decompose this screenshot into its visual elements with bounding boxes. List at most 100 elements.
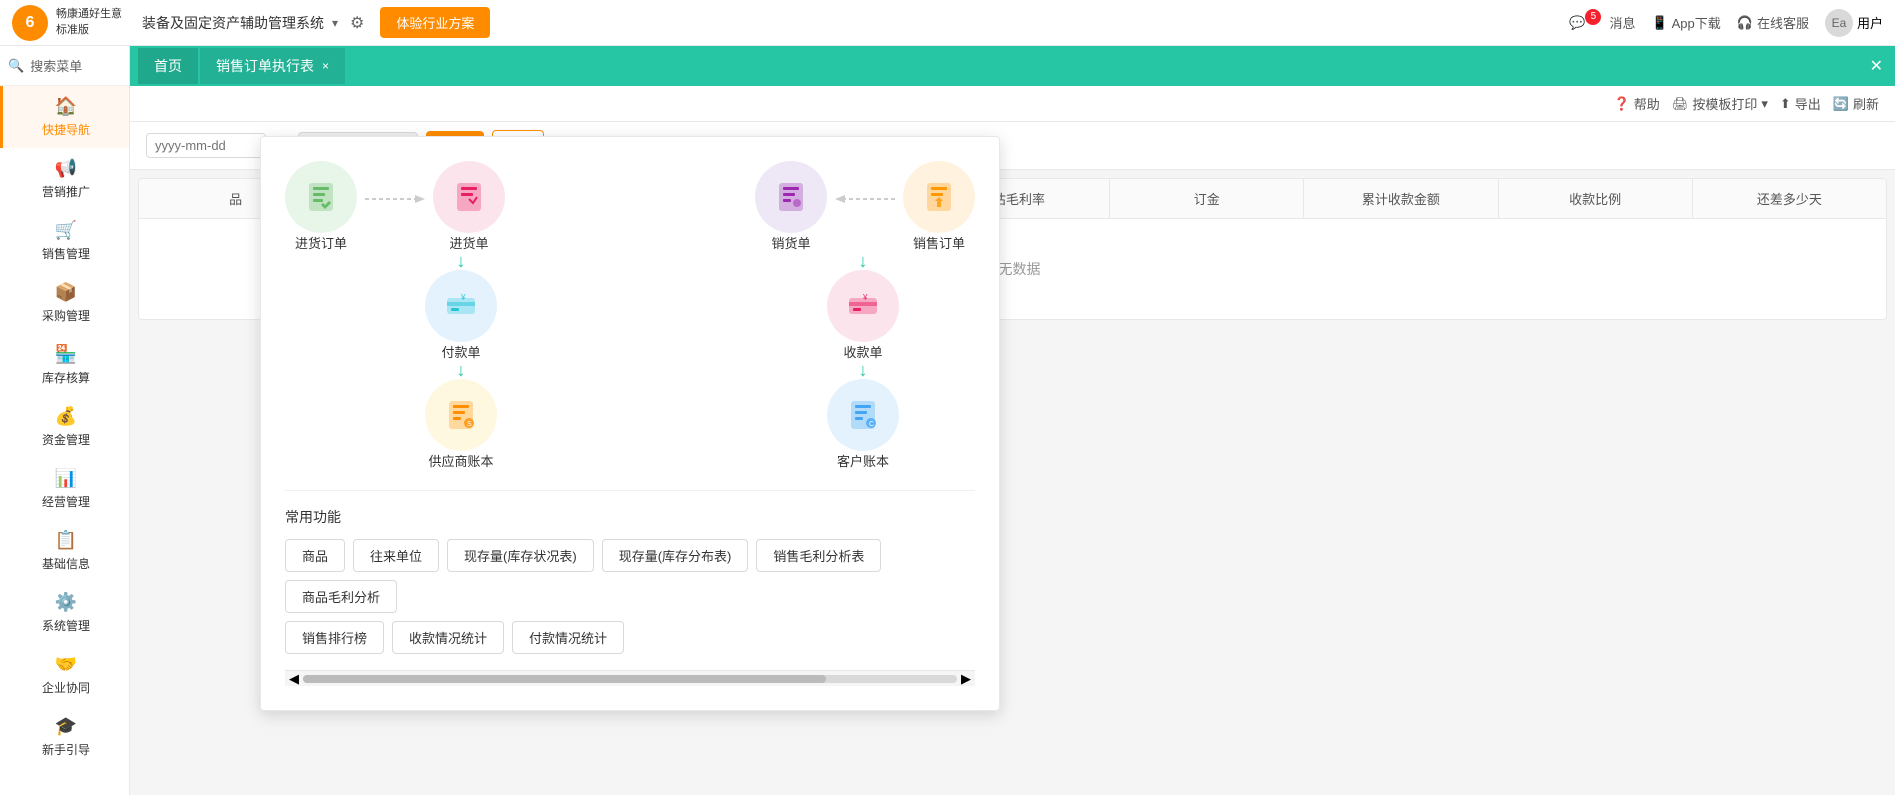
col-days-left: 还差多少天 [1693, 179, 1886, 218]
func-btn-stock-dist[interactable]: 现存量(库存分布表) [602, 539, 749, 572]
scroll-right-arrow[interactable]: ▶ [961, 671, 971, 687]
func-btn-sales-profit[interactable]: 销售毛利分析表 [756, 539, 881, 572]
receipt-icon: ¥ [845, 288, 881, 324]
sidebar-item-quick-nav[interactable]: 🏠 快捷导航 [0, 86, 129, 148]
marketing-icon: 📢 [55, 158, 77, 179]
func-btn-goods-profit[interactable]: 商品毛利分析 [285, 580, 397, 613]
window-close-btn[interactable]: ✕ [1870, 56, 1883, 76]
func-btn-goods[interactable]: 商品 [285, 539, 345, 572]
operation-icon: 📊 [55, 468, 77, 489]
refresh-icon: 🔄 [1833, 96, 1849, 112]
sidebar-search[interactable]: 🔍 搜索菜单 [0, 46, 129, 86]
tab-bar: 首页 销售订单执行表 × ✕ [130, 46, 1895, 86]
enterprise-icon: 🤝 [55, 654, 77, 675]
phone-icon: 📱 [1651, 15, 1667, 31]
func-btn-sales-rank[interactable]: 销售排行榜 [285, 621, 384, 654]
scroll-left-arrow[interactable]: ◀ [289, 671, 299, 687]
print-dropdown-icon: ▾ [1761, 96, 1768, 112]
message-btn[interactable]: 💬 5 消息 [1569, 13, 1635, 32]
sidebar-item-system[interactable]: ⚙️ 系统管理 [0, 582, 129, 644]
message-label: 消息 [1609, 13, 1635, 32]
sidebar-label-sales: 销售管理 [42, 245, 90, 262]
app-download-btn[interactable]: 📱 App下载 [1651, 13, 1720, 32]
func-btn-receipt-stat[interactable]: 收款情况统计 [392, 621, 504, 654]
tab-sales-order[interactable]: 销售订单执行表 × [200, 48, 345, 84]
sidebar-label-basic: 基础信息 [42, 555, 90, 572]
export-icon: ⬆ [1780, 96, 1791, 112]
down-arrow-customer-icon: ↓ [859, 361, 868, 379]
sidebar-item-operation[interactable]: 📊 经营管理 [0, 458, 129, 520]
sidebar-item-inventory[interactable]: 🏪 库存核算 [0, 334, 129, 396]
sale-order-label: 销售订单 [913, 233, 965, 252]
sidebar-label-operation: 经营管理 [42, 493, 90, 510]
purchase-bill-circle [433, 161, 505, 233]
message-icon: 💬 [1569, 15, 1585, 31]
logo-text: 畅康通好生意 标准版 [56, 7, 122, 38]
system-title-area: 装备及固定资产辅助管理系统 ▾ ⚙ 体验行业方案 [142, 7, 1569, 38]
sale-order-circle [903, 161, 975, 233]
payment-circle: ¥ [425, 270, 497, 342]
export-btn[interactable]: ⬆ 导出 [1780, 94, 1821, 113]
svg-text:¥: ¥ [862, 293, 868, 302]
func-btn-payment-stat[interactable]: 付款情况统计 [512, 621, 624, 654]
tab-close-btn[interactable]: × [322, 59, 329, 73]
sale-order-icon [921, 179, 957, 215]
purchase-icon: 📦 [55, 282, 77, 303]
logo-area: 6 畅康通好生意 标准版 [12, 5, 142, 41]
down-arrow-purchase-icon: ↓ [457, 252, 466, 270]
date-start-input[interactable] [146, 133, 266, 158]
sidebar-label-inventory: 库存核算 [42, 369, 90, 386]
flow-purchase-order[interactable]: 进货订单 [285, 161, 357, 252]
col-receipt-ratio: 收款比例 [1499, 179, 1693, 218]
flow-purchase-bill[interactable]: 进货单 [433, 161, 505, 252]
user-name: 用户 [1857, 13, 1883, 32]
sales-icon: 🛒 [55, 220, 77, 241]
settings-btn[interactable]: ⚙ [350, 13, 364, 33]
flow-sale-order[interactable]: 销售订单 [903, 161, 975, 252]
user-area[interactable]: Ea 用户 [1825, 9, 1883, 37]
print-btn[interactable]: 🖨 按模板打印 ▾ [1672, 94, 1768, 113]
system-dropdown-btn[interactable]: ▾ [332, 16, 338, 30]
sidebar-item-enterprise[interactable]: 🤝 企业协同 [0, 644, 129, 706]
func-btn-stock-status[interactable]: 现存量(库存状况表) [447, 539, 594, 572]
sidebar-item-finance[interactable]: 💰 资金管理 [0, 396, 129, 458]
arrow-left-1 [831, 191, 899, 207]
sidebar-item-marketing[interactable]: 📢 营销推广 [0, 148, 129, 210]
refresh-btn[interactable]: 🔄 刷新 [1833, 94, 1879, 113]
scroll-track[interactable] [303, 675, 957, 683]
down-arrow-sale-icon: ↓ [859, 252, 868, 270]
help-btn[interactable]: ❓ 帮助 [1614, 94, 1660, 113]
inner-content: ❓ 帮助 🖨 按模板打印 ▾ ⬆ 导出 🔄 刷新 [130, 86, 1895, 795]
toolbar: ❓ 帮助 🖨 按模板打印 ▾ ⬆ 导出 🔄 刷新 [130, 86, 1895, 122]
system-icon: ⚙️ [55, 592, 77, 613]
func-btn-partner[interactable]: 往来单位 [353, 539, 439, 572]
customer-ledger-label: 客户账本 [837, 451, 889, 470]
online-service-btn[interactable]: 🎧 在线客服 [1737, 13, 1809, 32]
arrow-right-1 [361, 191, 429, 207]
customer-ledger-icon: C [845, 397, 881, 433]
sidebar-item-purchase[interactable]: 📦 采购管理 [0, 272, 129, 334]
payment-icon: ¥ [443, 288, 479, 324]
flow-sale-bill[interactable]: 销货单 [755, 161, 827, 252]
search-icon: 🔍 [8, 58, 24, 74]
receipt-label: 收款单 [843, 342, 882, 361]
help-icon: ❓ [1614, 96, 1630, 112]
home-icon: 🏠 [55, 96, 77, 117]
main-layout: 🔍 搜索菜单 🏠 快捷导航 📢 营销推广 🛒 销售管理 📦 采购管理 🏪 库存核… [0, 46, 1895, 795]
down-arrow-supplier-icon: ↓ [457, 361, 466, 379]
svg-text:¥: ¥ [460, 293, 466, 302]
sidebar-item-sales[interactable]: 🛒 销售管理 [0, 210, 129, 272]
purchase-order-icon [303, 179, 339, 215]
print-label: 按模板打印 [1692, 94, 1757, 113]
tab-home[interactable]: 首页 [138, 48, 198, 84]
sidebar-label-enterprise: 企业协同 [42, 679, 90, 696]
common-functions: 常用功能 商品 往来单位 现存量(库存状况表) 现存量(库存分布表) 销售毛利分… [285, 490, 975, 654]
scroll-bar[interactable]: ◀ ▶ [285, 670, 975, 686]
func-buttons: 商品 往来单位 现存量(库存状况表) 现存量(库存分布表) 销售毛利分析表 商品… [285, 539, 975, 613]
sidebar-item-newbie[interactable]: 🎓 新手引导 [0, 706, 129, 768]
down-arrow-purchase: ↓ ¥ 付款单 [425, 252, 497, 361]
purchase-bill-icon [451, 179, 487, 215]
sidebar-item-basic[interactable]: 📋 基础信息 [0, 520, 129, 582]
experience-btn[interactable]: 体验行业方案 [380, 7, 490, 38]
purchase-order-label: 进货订单 [295, 233, 347, 252]
